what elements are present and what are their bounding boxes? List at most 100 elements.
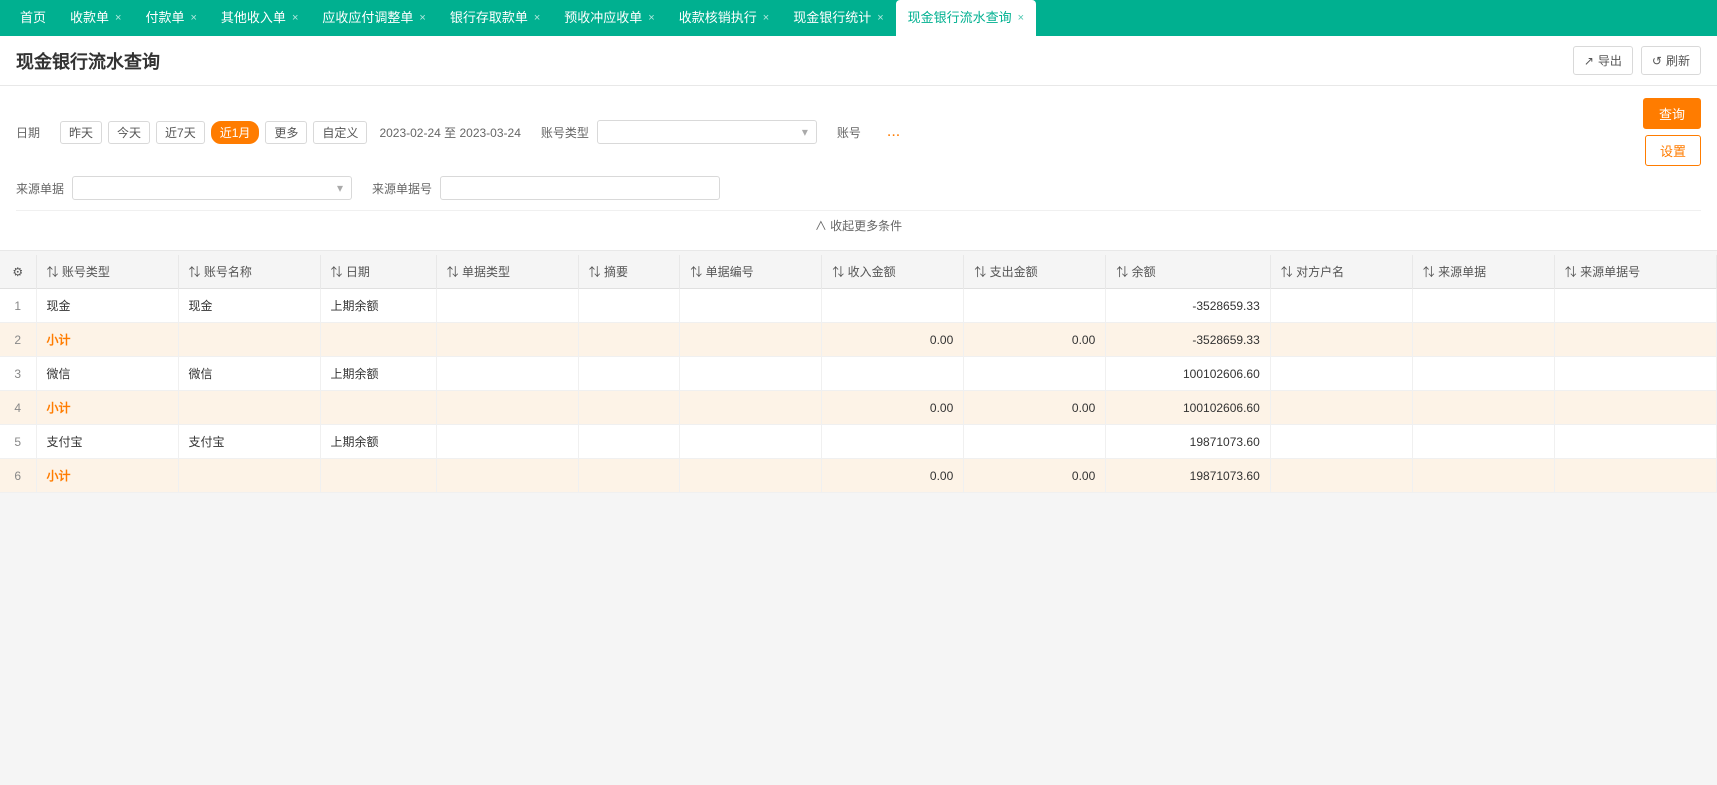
- close-advance-icon[interactable]: ×: [648, 0, 654, 36]
- nav-receipt[interactable]: 收款单 ×: [58, 0, 133, 36]
- top-navigation: 首页 收款单 × 付款单 × 其他收入单 × 应收应付调整单 × 银行存取款单 …: [0, 0, 1717, 36]
- cell-account_name: [178, 323, 320, 357]
- cell-account_type: 小计: [36, 391, 178, 425]
- close-receipt-icon[interactable]: ×: [115, 0, 121, 36]
- cell-balance: 19871073.60: [1106, 425, 1271, 459]
- date-yesterday-btn[interactable]: 昨天: [60, 121, 102, 144]
- header-actions: ↗ 导出 ↺ 刷新: [1573, 46, 1701, 75]
- nav-payment[interactable]: 付款单 ×: [133, 0, 208, 36]
- date-custom-btn[interactable]: 自定义: [313, 121, 367, 144]
- close-adjustment-icon[interactable]: ×: [419, 0, 425, 36]
- cell-source_doc: [1412, 289, 1554, 323]
- cell-source_doc_no: [1554, 391, 1716, 425]
- cell-date: 上期余额: [320, 289, 436, 323]
- nav-home[interactable]: 首页: [8, 0, 58, 36]
- cell-source_doc: [1412, 357, 1554, 391]
- data-table: ⚙ ⇅ 账号类型 ⇅ 账号名称 ⇅ 日期 ⇅ 单据类型 ⇅ 摘要 ⇅ 单据编号 …: [0, 255, 1717, 493]
- date-today-btn[interactable]: 今天: [108, 121, 150, 144]
- nav-bank-deposit[interactable]: 银行存取款单 ×: [438, 0, 552, 36]
- table-header-row: ⚙ ⇅ 账号类型 ⇅ 账号名称 ⇅ 日期 ⇅ 单据类型 ⇅ 摘要 ⇅ 单据编号 …: [0, 255, 1717, 289]
- date-options: 昨天 今天 近7天 近1月 更多 自定义: [60, 121, 367, 144]
- table-row: 6小计0.000.0019871073.60: [0, 459, 1717, 493]
- table-row: 2小计0.000.00-3528659.33: [0, 323, 1717, 357]
- cell-source_doc: [1412, 323, 1554, 357]
- cell-doc_type: [436, 391, 578, 425]
- cell-source_doc_no: [1554, 289, 1716, 323]
- export-button[interactable]: ↗ 导出: [1573, 46, 1633, 75]
- nav-advance[interactable]: 预收冲应收单 ×: [552, 0, 666, 36]
- cell-summary: [578, 323, 680, 357]
- cell-account_type: 现金: [36, 289, 178, 323]
- export-icon: ↗: [1584, 54, 1594, 68]
- cell-doc_no: [680, 459, 822, 493]
- filter-area: 日期 昨天 今天 近7天 近1月 更多 自定义 2023-02-24 至 202…: [0, 86, 1717, 251]
- cell-index: 5: [0, 425, 36, 459]
- nav-bank-stats[interactable]: 现金银行统计 ×: [781, 0, 895, 36]
- cell-doc_no: [680, 357, 822, 391]
- cell-account_type: 小计: [36, 323, 178, 357]
- close-other-income-icon[interactable]: ×: [292, 0, 298, 36]
- cell-date: 上期余额: [320, 357, 436, 391]
- cell-index: 1: [0, 289, 36, 323]
- gear-icon[interactable]: ⚙: [12, 265, 23, 279]
- cell-account_type: 支付宝: [36, 425, 178, 459]
- col-doc-no: ⇅ 单据编号: [680, 255, 822, 289]
- account-group: 账号 ...: [837, 123, 906, 141]
- cell-income: 0.00: [822, 323, 964, 357]
- nav-collection[interactable]: 收款核销执行 ×: [667, 0, 781, 36]
- source-doc-chevron-icon: ▾: [337, 181, 343, 195]
- close-payment-icon[interactable]: ×: [190, 0, 196, 36]
- data-table-container: ⚙ ⇅ 账号类型 ⇅ 账号名称 ⇅ 日期 ⇅ 单据类型 ⇅ 摘要 ⇅ 单据编号 …: [0, 255, 1717, 493]
- collapse-bar[interactable]: ∧ 收起更多条件: [16, 210, 1701, 238]
- date-1month-btn[interactable]: 近1月: [211, 121, 260, 144]
- query-button[interactable]: 查询: [1643, 98, 1701, 129]
- source-doc-label: 来源单据: [16, 180, 64, 197]
- source-doc-no-input[interactable]: [440, 176, 720, 200]
- account-type-select[interactable]: ▾: [597, 120, 817, 144]
- cell-source_doc_no: [1554, 425, 1716, 459]
- cell-doc_no: [680, 323, 822, 357]
- cell-balance: -3528659.33: [1106, 289, 1271, 323]
- refresh-button[interactable]: ↺ 刷新: [1641, 46, 1701, 75]
- cell-doc_type: [436, 357, 578, 391]
- cell-expense: 0.00: [964, 459, 1106, 493]
- cell-counterpart: [1270, 391, 1412, 425]
- setting-button[interactable]: 设置: [1645, 135, 1701, 166]
- source-doc-select[interactable]: ▾: [72, 176, 352, 200]
- cell-expense: 0.00: [964, 391, 1106, 425]
- cell-account_name: 现金: [178, 289, 320, 323]
- cell-summary: [578, 357, 680, 391]
- col-account-type: ⇅ 账号类型: [36, 255, 178, 289]
- nav-other-income[interactable]: 其他收入单 ×: [209, 0, 310, 36]
- table-row: 1现金现金上期余额-3528659.33: [0, 289, 1717, 323]
- cell-counterpart: [1270, 459, 1412, 493]
- cell-doc_type: [436, 425, 578, 459]
- date-range: 2023-02-24 至 2023-03-24: [379, 124, 520, 141]
- close-bank-stats-icon[interactable]: ×: [877, 0, 883, 36]
- close-collection-icon[interactable]: ×: [763, 0, 769, 36]
- nav-adjustment[interactable]: 应收应付调整单 ×: [310, 0, 437, 36]
- cell-account_name: 支付宝: [178, 425, 320, 459]
- nav-bank-flow[interactable]: 现金银行流水查询 ×: [896, 0, 1036, 36]
- date-7days-btn[interactable]: 近7天: [156, 121, 205, 144]
- cell-expense: [964, 357, 1106, 391]
- cell-expense: 0.00: [964, 323, 1106, 357]
- cell-doc_no: [680, 289, 822, 323]
- table-row: 3微信微信上期余额100102606.60: [0, 357, 1717, 391]
- cell-source_doc_no: [1554, 357, 1716, 391]
- col-gear[interactable]: ⚙: [0, 255, 36, 289]
- cell-doc_no: [680, 391, 822, 425]
- date-more-btn[interactable]: 更多: [265, 121, 307, 144]
- cell-source_doc: [1412, 459, 1554, 493]
- cell-expense: [964, 289, 1106, 323]
- refresh-icon: ↺: [1652, 54, 1662, 68]
- cell-income: [822, 289, 964, 323]
- account-label: 账号: [837, 124, 873, 141]
- cell-expense: [964, 425, 1106, 459]
- close-bank-flow-icon[interactable]: ×: [1018, 0, 1024, 36]
- source-doc-no-label: 来源单据号: [372, 180, 432, 197]
- account-dots-button[interactable]: ...: [881, 123, 906, 141]
- table-row: 5支付宝支付宝上期余额19871073.60: [0, 425, 1717, 459]
- cell-income: [822, 425, 964, 459]
- close-bank-deposit-icon[interactable]: ×: [534, 0, 540, 36]
